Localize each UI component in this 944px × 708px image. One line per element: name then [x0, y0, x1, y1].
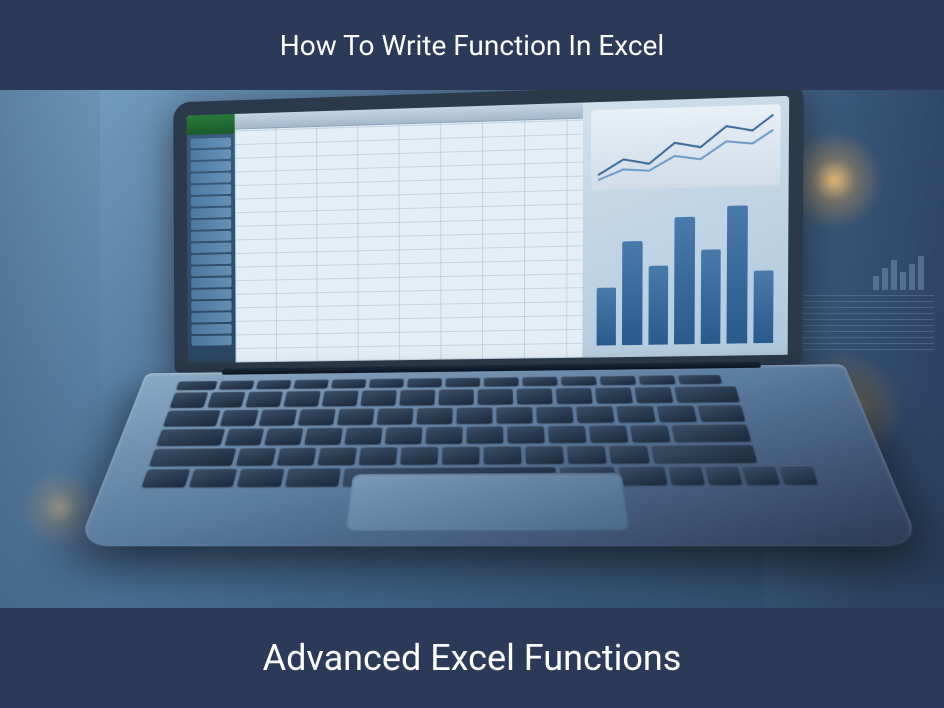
bg-mini-bars: [873, 250, 924, 290]
laptop-keyboard: [141, 373, 849, 487]
bar-chart-icon: [590, 193, 780, 349]
footer-title: Advanced Excel Functions: [263, 637, 682, 679]
spreadsheet-sidebar: [187, 114, 236, 363]
spreadsheet-grid: [235, 103, 583, 363]
top-banner: How To Write Function In Excel: [0, 0, 944, 90]
chart-panel: [582, 96, 789, 358]
screen-content: [187, 96, 790, 363]
hero-image: [0, 90, 944, 608]
line-chart-icon: [591, 104, 781, 190]
bottom-banner: Advanced Excel Functions: [0, 608, 944, 708]
laptop-illustration: [138, 90, 853, 608]
laptop-screen: [173, 90, 804, 373]
laptop-deck: [77, 364, 921, 546]
laptop-trackpad: [345, 473, 630, 531]
page-title: How To Write Function In Excel: [280, 29, 664, 62]
grid-header: [235, 103, 583, 130]
